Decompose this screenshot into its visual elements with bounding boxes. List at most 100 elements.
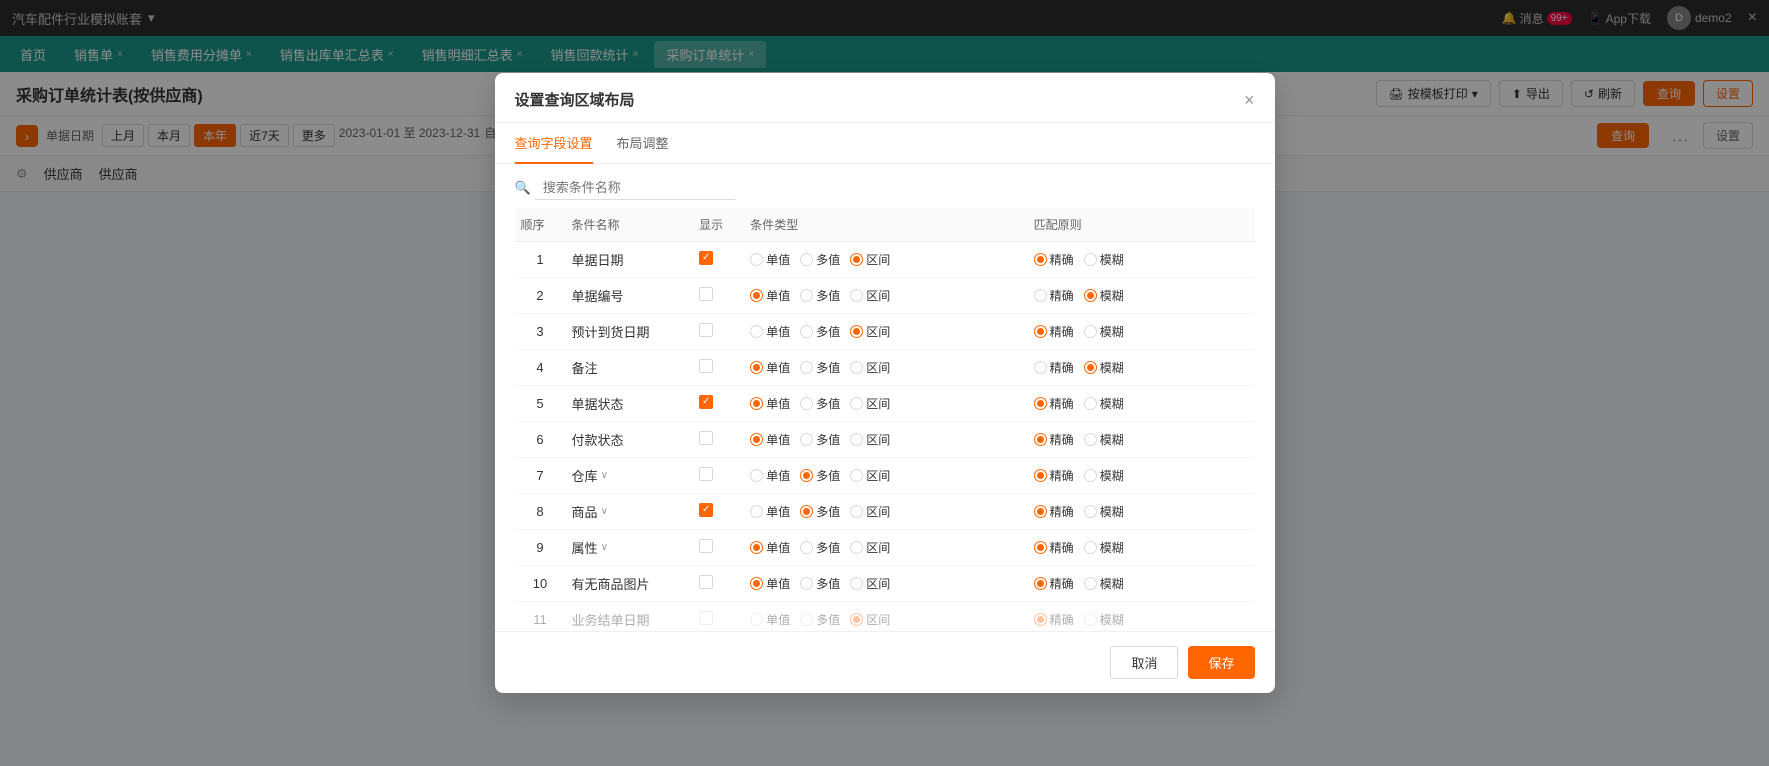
- expand-icon[interactable]: ∨: [601, 506, 608, 517]
- dialog-header: 设置查询区域布局 ×: [495, 73, 1275, 123]
- type-radio-multi[interactable]: 多值: [800, 395, 840, 412]
- type-radio-range[interactable]: 区间: [850, 395, 890, 412]
- type-radio-multi[interactable]: 多值: [800, 323, 840, 340]
- match-radio-exact[interactable]: 精确: [1034, 539, 1074, 556]
- match-radio-exact[interactable]: 精确: [1034, 323, 1074, 340]
- row-display[interactable]: [693, 602, 744, 632]
- table-row: 7 仓库 ∨ 单值 多值 区间: [515, 458, 1255, 494]
- type-radio-range[interactable]: 区间: [850, 611, 890, 628]
- display-checkbox[interactable]: [699, 539, 713, 553]
- type-radio-multi[interactable]: 多值: [800, 539, 840, 556]
- match-radio-fuzzy[interactable]: 模糊: [1084, 395, 1124, 412]
- dialog-tab-layout[interactable]: 布局调整: [617, 123, 669, 164]
- row-display[interactable]: [693, 458, 744, 494]
- row-display[interactable]: [693, 278, 744, 314]
- display-checkbox[interactable]: [699, 575, 713, 589]
- row-display[interactable]: [693, 530, 744, 566]
- type-radio-single[interactable]: 单值: [750, 431, 790, 448]
- type-radio-single[interactable]: 单值: [750, 539, 790, 556]
- type-radio-multi[interactable]: 多值: [800, 431, 840, 448]
- display-checkbox[interactable]: [699, 431, 713, 445]
- match-radio-exact[interactable]: 精确: [1034, 503, 1074, 520]
- type-radio-range[interactable]: 区间: [850, 575, 890, 592]
- row-match: 精确 模糊: [1028, 458, 1255, 494]
- type-radio-single[interactable]: 单值: [750, 611, 790, 628]
- match-radio-fuzzy[interactable]: 模糊: [1084, 323, 1124, 340]
- match-radio-fuzzy[interactable]: 模糊: [1084, 467, 1124, 484]
- type-radio-multi[interactable]: 多值: [800, 503, 840, 520]
- type-radio-range[interactable]: 区间: [850, 323, 890, 340]
- display-checkbox[interactable]: [699, 467, 713, 481]
- type-radio-single[interactable]: 单值: [750, 359, 790, 376]
- table-row: 1 单据日期 单值 多值 区间 精确: [515, 242, 1255, 278]
- row-type: 单值 多值 区间: [744, 242, 1027, 278]
- match-radio-exact[interactable]: 精确: [1034, 287, 1074, 304]
- row-display[interactable]: [693, 494, 744, 530]
- display-checkbox[interactable]: [699, 287, 713, 301]
- match-radio-exact[interactable]: 精确: [1034, 611, 1074, 628]
- display-checkbox[interactable]: [699, 395, 713, 409]
- match-radio-exact[interactable]: 精确: [1034, 575, 1074, 592]
- type-radio-single[interactable]: 单值: [750, 287, 790, 304]
- type-radio-range[interactable]: 区间: [850, 503, 890, 520]
- table-row: 6 付款状态 单值 多值 区间 精确: [515, 422, 1255, 458]
- match-radio-fuzzy[interactable]: 模糊: [1084, 359, 1124, 376]
- match-radio-fuzzy[interactable]: 模糊: [1084, 287, 1124, 304]
- type-radio-range[interactable]: 区间: [850, 251, 890, 268]
- type-radio-range[interactable]: 区间: [850, 539, 890, 556]
- display-checkbox[interactable]: [699, 251, 713, 265]
- dialog-tab-fields[interactable]: 查询字段设置: [515, 123, 593, 164]
- match-radio-exact[interactable]: 精确: [1034, 431, 1074, 448]
- display-checkbox[interactable]: [699, 611, 713, 625]
- match-radio-fuzzy[interactable]: 模糊: [1084, 575, 1124, 592]
- row-type: 单值 多值 区间: [744, 530, 1027, 566]
- type-radio-single[interactable]: 单值: [750, 575, 790, 592]
- match-radio-fuzzy[interactable]: 模糊: [1084, 539, 1124, 556]
- row-type: 单值 多值 区间: [744, 566, 1027, 602]
- type-radio-range[interactable]: 区间: [850, 431, 890, 448]
- display-checkbox[interactable]: [699, 503, 713, 517]
- type-radio-single[interactable]: 单值: [750, 395, 790, 412]
- dialog-tabs: 查询字段设置 布局调整: [495, 123, 1275, 164]
- dialog-close-button[interactable]: ×: [1244, 91, 1255, 109]
- match-radio-fuzzy[interactable]: 模糊: [1084, 503, 1124, 520]
- expand-icon[interactable]: ∨: [601, 542, 608, 553]
- row-order: 4: [515, 350, 566, 386]
- row-display[interactable]: [693, 386, 744, 422]
- row-display[interactable]: [693, 350, 744, 386]
- match-radio-fuzzy[interactable]: 模糊: [1084, 431, 1124, 448]
- type-radio-single[interactable]: 单值: [750, 467, 790, 484]
- type-radio-multi[interactable]: 多值: [800, 251, 840, 268]
- type-radio-multi[interactable]: 多值: [800, 611, 840, 628]
- type-radio-single[interactable]: 单值: [750, 503, 790, 520]
- row-match: 精确 模糊: [1028, 278, 1255, 314]
- type-radio-multi[interactable]: 多值: [800, 467, 840, 484]
- display-checkbox[interactable]: [699, 323, 713, 337]
- type-radio-single[interactable]: 单值: [750, 323, 790, 340]
- type-radio-range[interactable]: 区间: [850, 467, 890, 484]
- row-name: 单据日期: [566, 242, 694, 278]
- display-checkbox[interactable]: [699, 359, 713, 373]
- search-conditions-input[interactable]: [535, 176, 735, 200]
- match-radio-fuzzy[interactable]: 模糊: [1084, 611, 1124, 628]
- match-radio-exact[interactable]: 精确: [1034, 359, 1074, 376]
- cancel-button[interactable]: 取消: [1110, 646, 1178, 679]
- expand-icon[interactable]: ∨: [601, 470, 608, 481]
- match-radio-fuzzy[interactable]: 模糊: [1084, 251, 1124, 268]
- row-match: 精确 模糊: [1028, 602, 1255, 632]
- dialog-title: 设置查询区域布局: [515, 89, 635, 110]
- match-radio-exact[interactable]: 精确: [1034, 467, 1074, 484]
- row-display[interactable]: [693, 314, 744, 350]
- match-radio-exact[interactable]: 精确: [1034, 251, 1074, 268]
- type-radio-range[interactable]: 区间: [850, 287, 890, 304]
- row-display[interactable]: [693, 242, 744, 278]
- save-button[interactable]: 保存: [1188, 646, 1254, 679]
- type-radio-single[interactable]: 单值: [750, 251, 790, 268]
- type-radio-multi[interactable]: 多值: [800, 359, 840, 376]
- match-radio-exact[interactable]: 精确: [1034, 395, 1074, 412]
- row-display[interactable]: [693, 566, 744, 602]
- type-radio-multi[interactable]: 多值: [800, 287, 840, 304]
- type-radio-range[interactable]: 区间: [850, 359, 890, 376]
- type-radio-multi[interactable]: 多值: [800, 575, 840, 592]
- row-display[interactable]: [693, 422, 744, 458]
